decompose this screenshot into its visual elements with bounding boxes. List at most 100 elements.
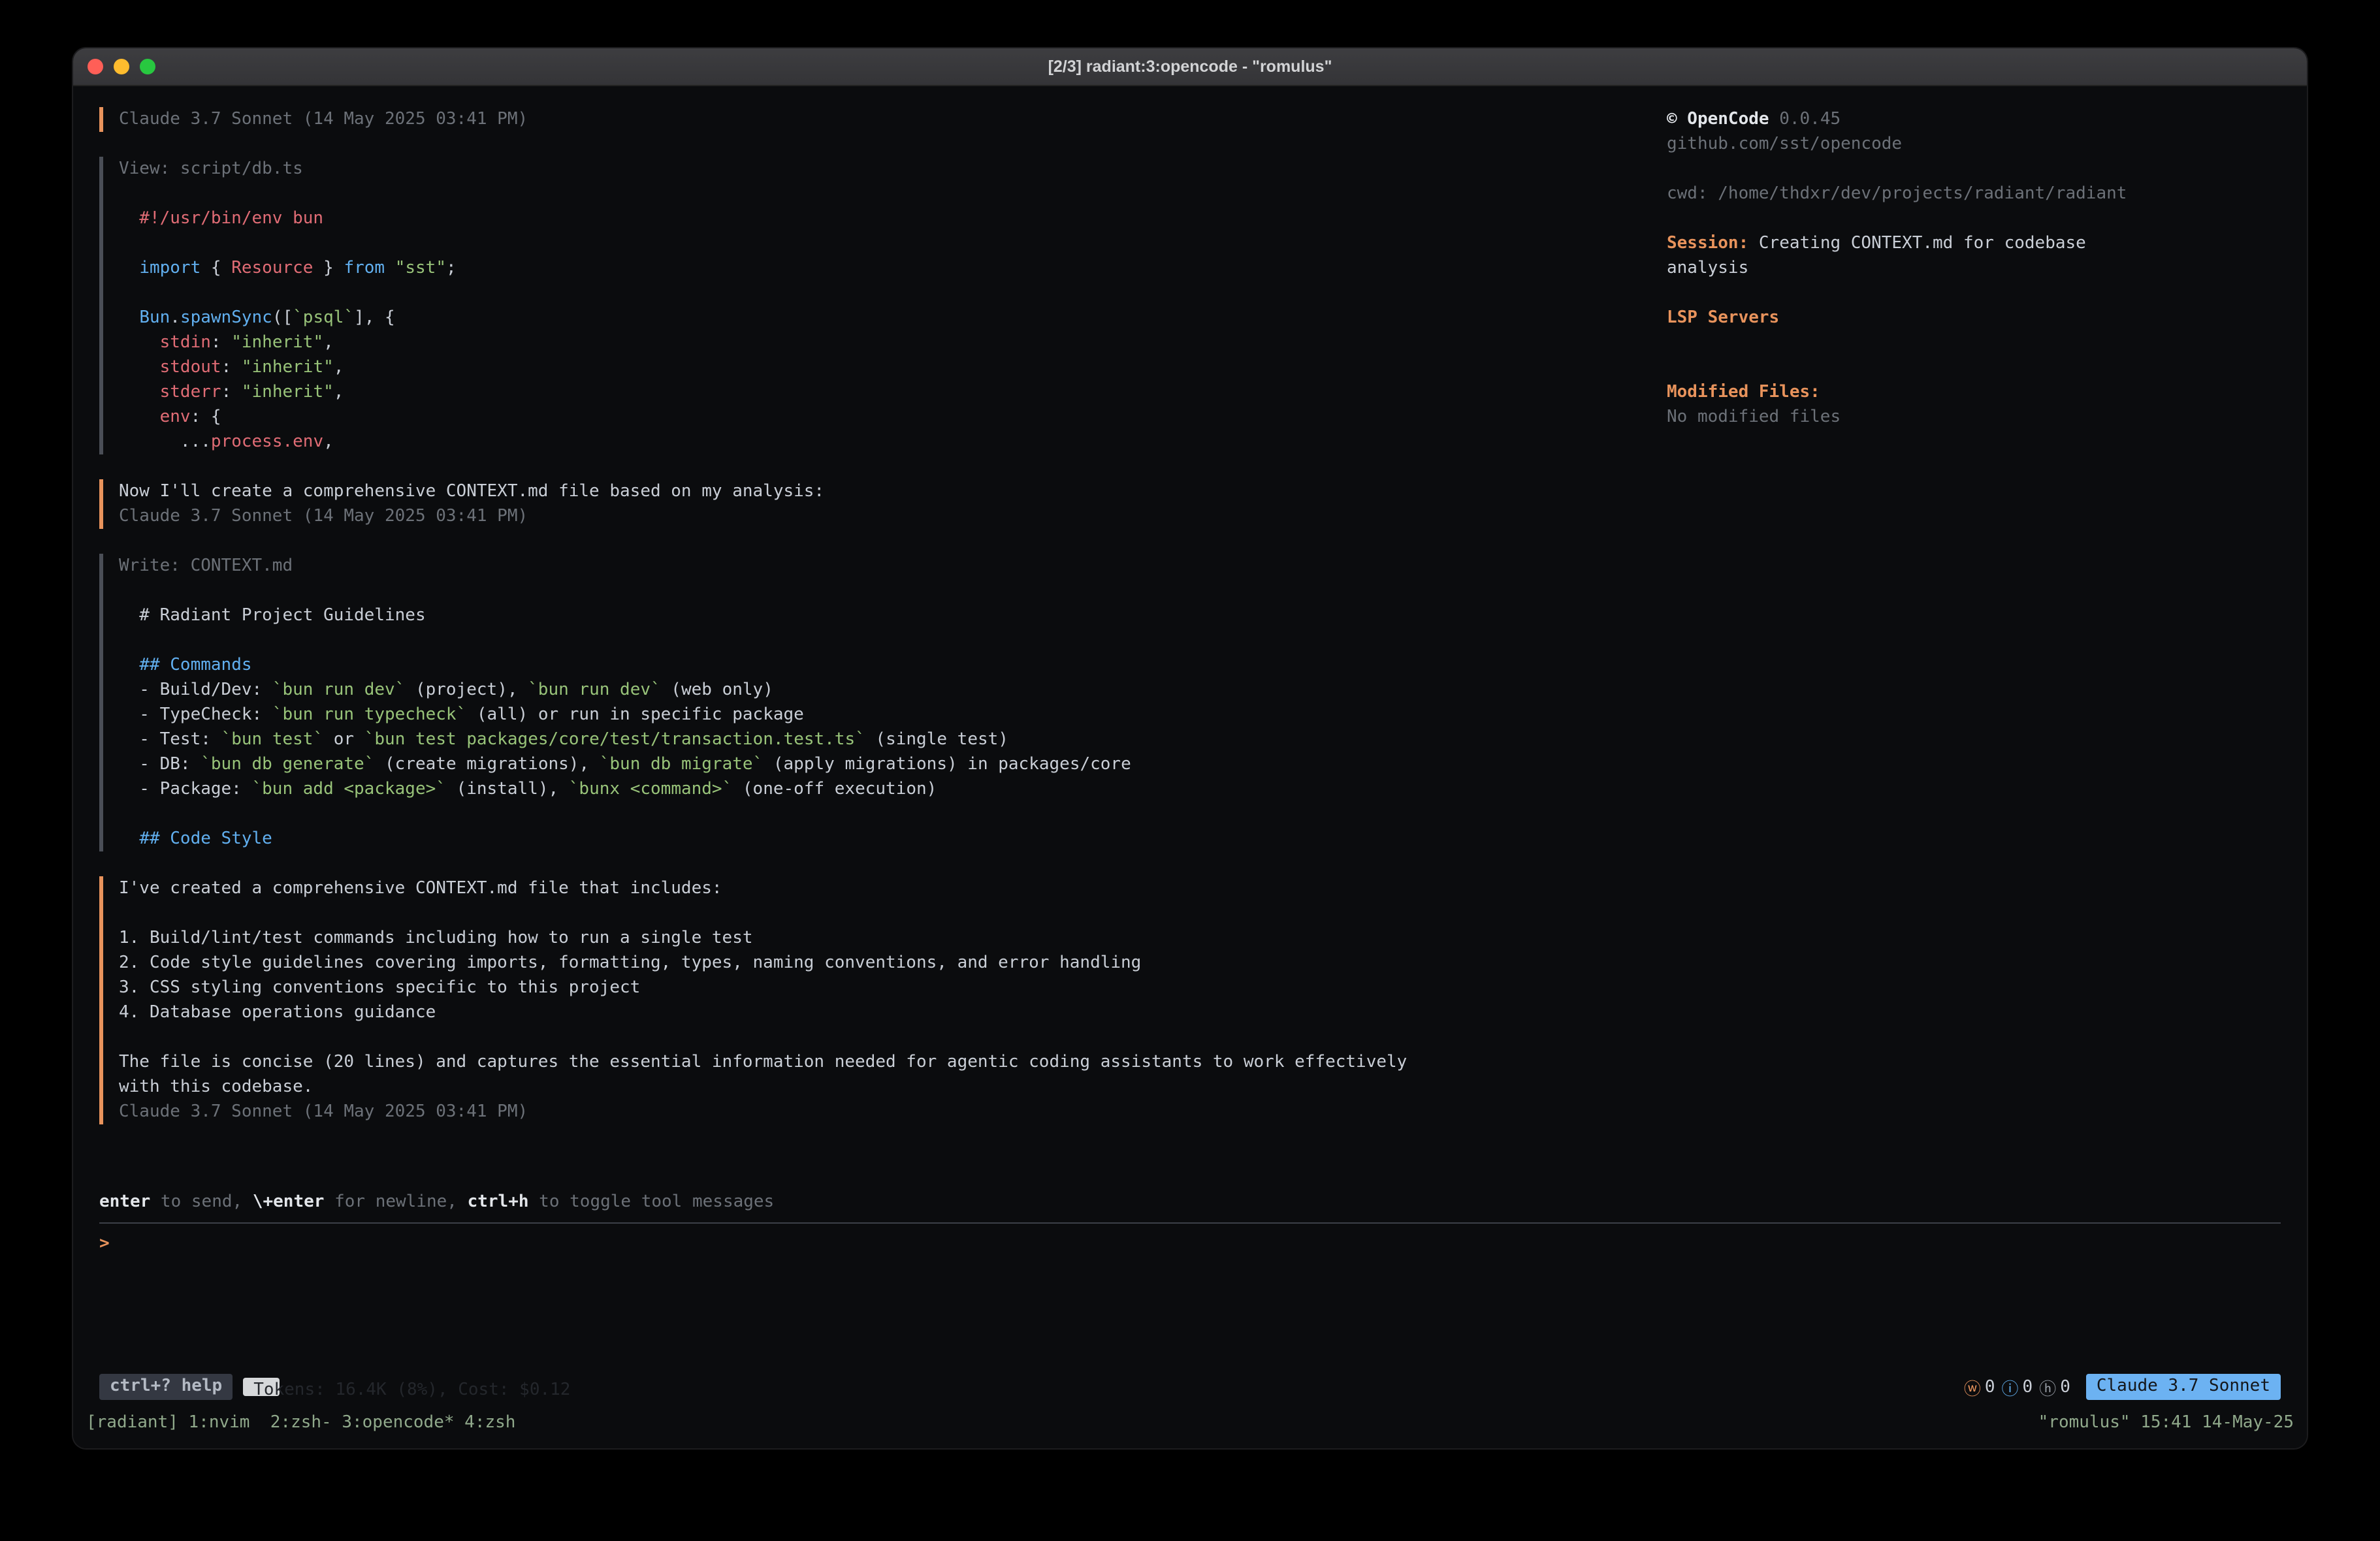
diagnostics: ⓦ 0 ⓘ 0 ⓗ 0	[1964, 1374, 2070, 1399]
text-segment: `bun run dev`	[272, 680, 406, 700]
text-segment: .	[170, 308, 180, 328]
text-line	[119, 231, 1635, 256]
text-segment: \+enter	[253, 1192, 325, 1212]
text-segment: # Radiant Project Guidelines	[119, 606, 426, 626]
status-bar: ctrl+? help Tokens: 16.4K (8%), Cost: $0…	[89, 1370, 2291, 1404]
text-line: - DB: `bun db generate` (create migratio…	[119, 752, 1635, 777]
tmux-windows-list[interactable]: [radiant] 1:nvim 2:zsh- 3:opencode* 4:zs…	[86, 1412, 515, 1432]
text-line: - Build/Dev: `bun run dev` (project), `b…	[119, 678, 1635, 703]
text-segment: ...	[119, 432, 211, 452]
text-line: - TypeCheck: `bun run typecheck` (all) o…	[119, 703, 1635, 727]
tmux-statusbar: [radiant] 1:nvim 2:zsh- 3:opencode* 4:zs…	[73, 1406, 2307, 1448]
text-segment: No modified files	[1667, 407, 1841, 427]
terminal-window: [2/3] radiant:3:opencode - "romulus" Cla…	[73, 48, 2307, 1448]
text-line: import { Resource } from "sst";	[119, 256, 1635, 281]
text-segment: - Test:	[119, 730, 221, 750]
text-segment: Claude 3.7 Sonnet (14 May 2025 03:41 PM)	[119, 1102, 528, 1122]
text-segment: Creating CONTEXT.md for codebase	[1748, 234, 2086, 253]
info-count: 0	[2023, 1377, 2033, 1397]
text-segment	[119, 358, 160, 377]
text-segment: :	[211, 333, 231, 353]
text-segment: Now I'll create a comprehensive CONTEXT.…	[119, 482, 824, 501]
text-segment: env	[160, 407, 191, 427]
text-segment: ,	[334, 358, 344, 377]
text-segment: (one-off execution)	[732, 780, 937, 799]
text-line: stdin: "inherit",	[119, 330, 1635, 355]
text-line: Claude 3.7 Sonnet (14 May 2025 03:41 PM)	[119, 107, 1635, 132]
text-segment: (create migrations),	[374, 755, 599, 774]
text-segment: - TypeCheck:	[119, 705, 272, 725]
text-line	[119, 182, 1635, 206]
warning-icon: ⓦ	[1964, 1374, 1981, 1399]
screen: [2/3] radiant:3:opencode - "romulus" Cla…	[0, 0, 2380, 1541]
text-line	[1667, 355, 2281, 380]
text-segment: © OpenCode	[1667, 110, 1769, 129]
text-line: View: script/db.ts	[119, 157, 1635, 182]
text-segment: import	[139, 259, 201, 278]
text-segment: LSP Servers	[1667, 308, 1779, 328]
hint-icon: ⓗ	[2039, 1374, 2056, 1399]
text-segment: (project),	[405, 680, 528, 700]
text-line: - Test: `bun test` or `bun test packages…	[119, 727, 1635, 752]
message-input[interactable]: >	[99, 1222, 2281, 1370]
session-view: Claude 3.7 Sonnet (14 May 2025 03:41 PM)…	[99, 86, 2281, 1190]
text-line: Claude 3.7 Sonnet (14 May 2025 03:41 PM)	[119, 504, 1635, 529]
text-segment: ,	[323, 333, 334, 353]
text-line: - Package: `bun add <package>` (install)…	[119, 777, 1635, 802]
text-line: Session: Creating CONTEXT.md for codebas…	[1667, 231, 2281, 256]
text-segment: ;	[446, 259, 457, 278]
tmux-host-clock: "romulus" 15:41 14-May-25	[2038, 1412, 2294, 1432]
composer-help: enter to send, \+enter for newline, ctrl…	[99, 1190, 2281, 1215]
text-segment: "inherit"	[242, 358, 334, 377]
text-segment: "inherit"	[242, 383, 334, 402]
text-segment: `bun test packages/core/test/transaction…	[364, 730, 865, 750]
text-segment: `bun run dev`	[528, 680, 661, 700]
text-segment: The file is concise (20 lines) and captu…	[119, 1053, 1407, 1072]
warning-count: 0	[1985, 1377, 1995, 1397]
text-segment: - Build/Dev:	[119, 680, 272, 700]
text-segment: - DB:	[119, 755, 201, 774]
text-line: Claude 3.7 Sonnet (14 May 2025 03:41 PM)	[119, 1100, 1635, 1124]
text-line: I've created a comprehensive CONTEXT.md …	[119, 876, 1635, 901]
terminal-content: Claude 3.7 Sonnet (14 May 2025 03:41 PM)…	[73, 86, 2307, 1406]
text-segment: ([	[272, 308, 293, 328]
text-segment: (all) or run in specific package	[466, 705, 804, 725]
text-segment: 1. Build/lint/test commands including ho…	[119, 929, 753, 948]
text-segment: I've created a comprehensive CONTEXT.md …	[119, 879, 722, 898]
diagnostic-info: ⓘ 0	[2002, 1374, 2033, 1399]
text-segment: 2. Code style guidelines covering import…	[119, 953, 1141, 973]
text-segment: analysis	[1667, 259, 1748, 278]
text-line	[1667, 206, 2281, 231]
text-segment: ## Commands	[139, 656, 251, 675]
text-segment: 0.0.45	[1769, 110, 1841, 129]
text-segment: View: script/db.ts	[119, 159, 303, 179]
text-line: stdout: "inherit",	[119, 355, 1635, 380]
text-segment: }	[313, 259, 344, 278]
info-sidebar: © OpenCode 0.0.45 github.com/sst/opencode…	[1667, 107, 2281, 1190]
text-segment: `bunx <command>`	[569, 780, 732, 799]
help-badge: ctrl+? help	[99, 1374, 233, 1400]
text-segment	[119, 407, 160, 427]
text-line	[119, 628, 1635, 653]
text-segment: "inherit"	[231, 333, 323, 353]
text-segment	[119, 308, 139, 328]
diagnostic-warning: ⓦ 0	[1964, 1374, 1995, 1399]
text-line: 1. Build/lint/test commands including ho…	[119, 926, 1635, 951]
hint-count: 0	[2060, 1377, 2070, 1397]
text-line	[119, 281, 1635, 306]
text-segment: process.env	[211, 432, 323, 452]
text-line: env: {	[119, 405, 1635, 430]
text-line: No modified files	[1667, 405, 2281, 430]
text-segment: github.com/sst/opencode	[1667, 135, 1902, 154]
text-segment: ## Code Style	[139, 829, 272, 849]
info-icon: ⓘ	[2002, 1374, 2019, 1399]
tool-write-block: Write: CONTEXT.md # Radiant Project Guid…	[99, 554, 1635, 851]
text-segment: to send,	[150, 1192, 253, 1212]
text-segment: with this codebase.	[119, 1077, 313, 1097]
text-line: # Radiant Project Guidelines	[119, 603, 1635, 628]
text-segment: `bun db generate`	[201, 755, 374, 774]
text-segment: 3. CSS styling conventions specific to t…	[119, 978, 640, 998]
text-segment	[385, 259, 395, 278]
text-line: analysis	[1667, 256, 2281, 281]
text-line: © OpenCode 0.0.45	[1667, 107, 2281, 132]
